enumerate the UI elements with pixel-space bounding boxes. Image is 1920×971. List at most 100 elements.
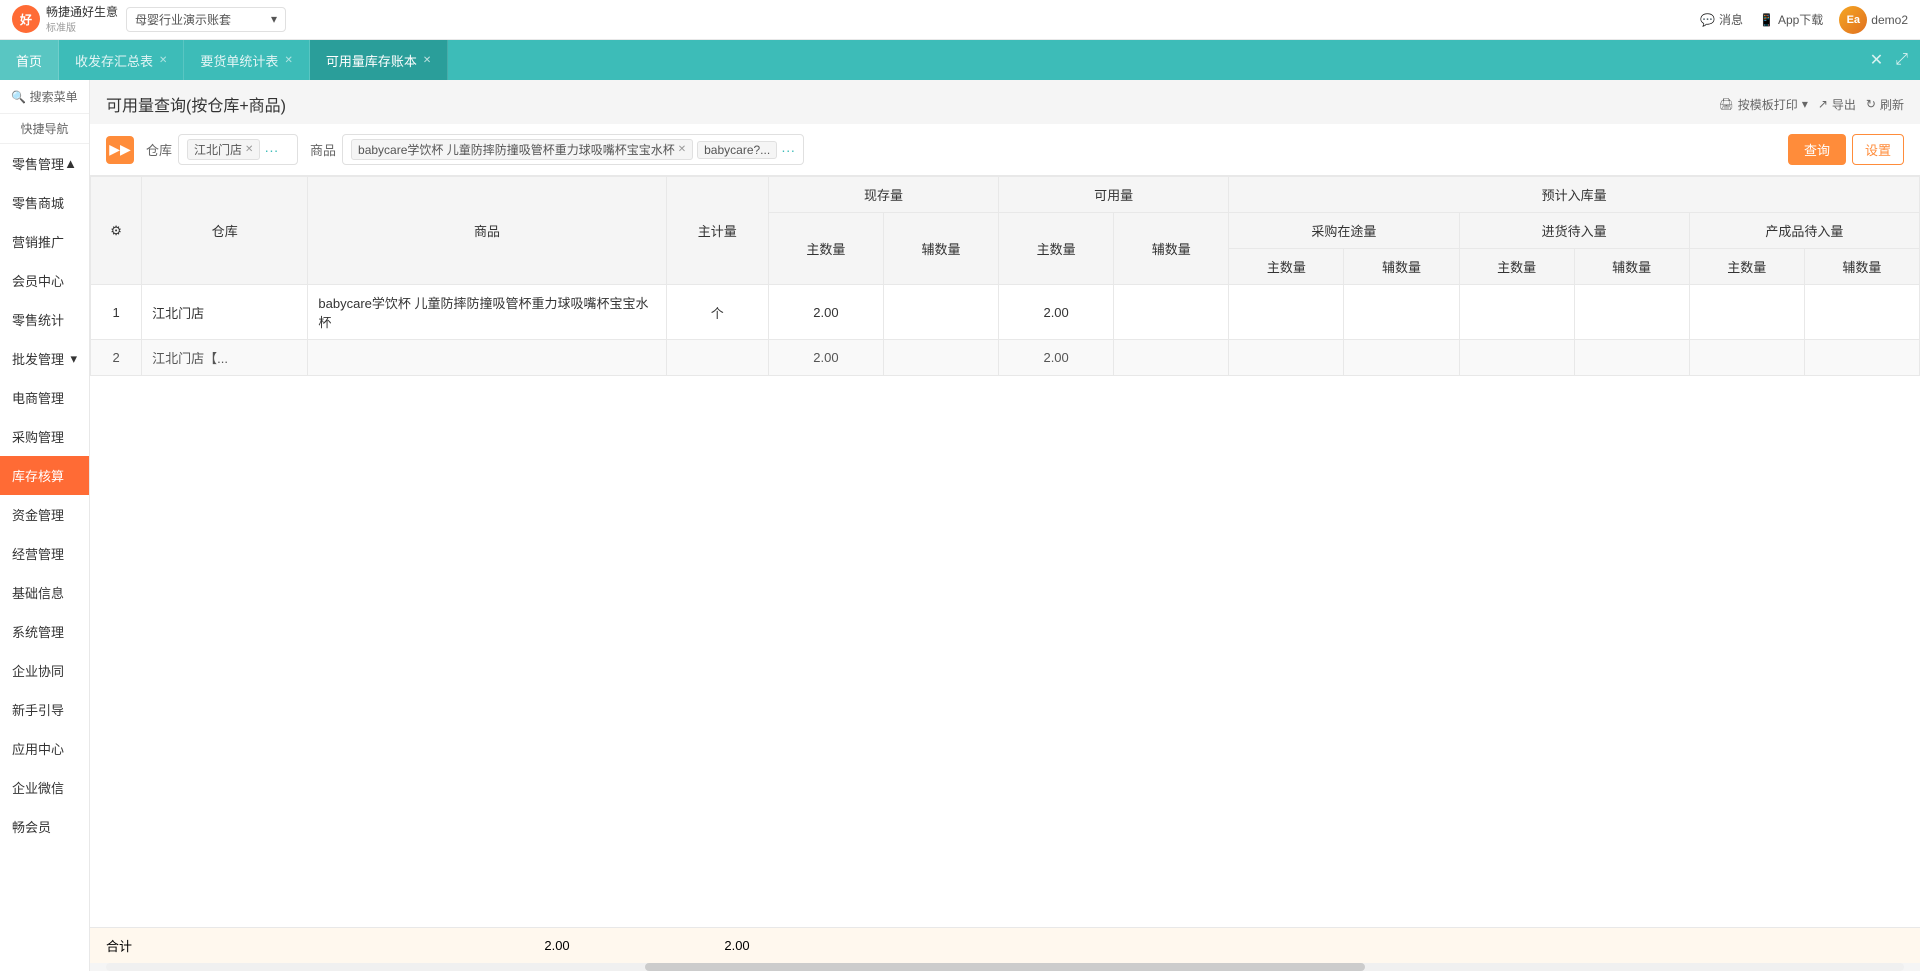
row2-product bbox=[308, 340, 666, 376]
export-icon: ↗ bbox=[1818, 97, 1828, 111]
row1-inbound-aux bbox=[1574, 285, 1689, 340]
tab-home[interactable]: 首页 bbox=[0, 40, 59, 80]
export-button[interactable]: ↗ 导出 bbox=[1818, 96, 1856, 113]
horizontal-scrollbar[interactable] bbox=[106, 963, 1904, 971]
warehouse-filter: 仓库 江北门店 ✕ ··· bbox=[146, 134, 298, 165]
sidebar-item-retail-stats-label: 零售统计 bbox=[12, 310, 64, 329]
app-label: App下载 bbox=[1778, 11, 1823, 28]
sidebar-item-retail-stats[interactable]: 零售统计 bbox=[0, 300, 89, 339]
row1-available-main: 2.00 bbox=[999, 285, 1114, 340]
sidebar-item-enterprise[interactable]: 企业协同 bbox=[0, 651, 89, 690]
query-button[interactable]: 查询 bbox=[1788, 134, 1846, 165]
total-label: 合计 bbox=[106, 936, 132, 955]
refresh-button[interactable]: ↻ 刷新 bbox=[1866, 96, 1904, 113]
product-label: 商品 bbox=[310, 140, 336, 159]
close-icon[interactable]: ✕ bbox=[284, 55, 292, 66]
sidebar-item-operation-label: 经营管理 bbox=[12, 544, 64, 563]
product-input[interactable]: babycare学饮杯 儿童防摔防撞吸管杯重力球吸嘴杯宝宝水杯 ✕ babyca… bbox=[342, 134, 804, 165]
scrollbar-thumb[interactable] bbox=[645, 963, 1364, 971]
sidebar-item-inventory[interactable]: 库存核算 bbox=[0, 456, 89, 495]
th-available-group: 可用量 bbox=[999, 177, 1229, 213]
row1-unit: 个 bbox=[666, 285, 768, 340]
th-stock-aux: 辅数量 bbox=[883, 213, 998, 285]
sidebar-item-member2-label: 畅会员 bbox=[12, 817, 51, 836]
th-product: 商品 bbox=[308, 177, 666, 285]
sidebar-item-purchase-label: 采购管理 bbox=[12, 427, 64, 446]
sidebar-item-finance[interactable]: 资金管理 bbox=[0, 495, 89, 534]
app-download-action[interactable]: 📱 App下载 bbox=[1759, 11, 1823, 28]
total-stock-main: 2.00 bbox=[512, 938, 602, 953]
sidebar-item-ecommerce-label: 电商管理 bbox=[12, 388, 64, 407]
close-icon[interactable]: ✕ bbox=[159, 55, 167, 66]
sidebar-item-newbie[interactable]: 新手引导 bbox=[0, 690, 89, 729]
sidebar-search[interactable]: 🔍 搜索菜单 bbox=[0, 80, 89, 114]
sidebar-item-enterprise-wx[interactable]: 企业微信 bbox=[0, 768, 89, 807]
tab-available-stock[interactable]: 可用量库存账本 ✕ bbox=[310, 40, 448, 80]
sidebar-item-member2[interactable]: 畅会员 bbox=[0, 807, 89, 846]
row1-available-aux bbox=[1114, 285, 1229, 340]
row1-warehouse: 江北门店 bbox=[142, 285, 308, 340]
username-label: demo2 bbox=[1871, 13, 1908, 27]
sidebar-item-batch[interactable]: 批发管理 ▾ bbox=[0, 339, 89, 378]
sidebar-quick-nav[interactable]: 快捷导航 bbox=[0, 114, 89, 144]
th-settings[interactable]: ⚙ bbox=[91, 177, 142, 285]
product-filter: 商品 babycare学饮杯 儿童防摔防撞吸管杯重力球吸嘴杯宝宝水杯 ✕ bab… bbox=[310, 134, 804, 165]
data-table: ⚙ 仓库 商品 主计量 现存量 可用量 预计入库量 主数量 辅数量 主数量 辅数… bbox=[90, 176, 1920, 376]
th-products-pending-group: 产成品待入量 bbox=[1689, 213, 1919, 249]
row2-available-main: 2.00 bbox=[999, 340, 1114, 376]
nav-tabs: 首页 收发存汇总表 ✕ 要货单统计表 ✕ 可用量库存账本 ✕ ✕ ⤢ bbox=[0, 40, 1920, 80]
th-products-main: 主数量 bbox=[1689, 249, 1804, 285]
sidebar-item-member-label: 会员中心 bbox=[12, 271, 64, 290]
sidebar-item-system[interactable]: 系统管理 bbox=[0, 612, 89, 651]
sidebar-item-retail-mall[interactable]: 零售商城 bbox=[0, 183, 89, 222]
row1-products-main bbox=[1689, 285, 1804, 340]
print-icon: 🖨 bbox=[1719, 97, 1734, 111]
sidebar-item-member[interactable]: 会员中心 bbox=[0, 261, 89, 300]
refresh-icon: ↻ bbox=[1866, 97, 1876, 111]
sidebar-item-marketing[interactable]: 营销推广 bbox=[0, 222, 89, 261]
page-actions: 🖨 按模板打印 ▾ ↗ 导出 ↻ 刷新 bbox=[1719, 96, 1904, 113]
user-area[interactable]: Ea demo2 bbox=[1839, 6, 1908, 34]
expand-icon[interactable]: ⤢ bbox=[1891, 47, 1912, 73]
total-available-main: 2.00 bbox=[692, 938, 782, 953]
sidebar-item-purchase[interactable]: 采购管理 bbox=[0, 417, 89, 456]
logo-text: 畅捷通好生意 bbox=[46, 5, 118, 19]
sidebar-item-retail[interactable]: 零售管理 ▲ bbox=[0, 144, 89, 183]
remove-warehouse-tag[interactable]: ✕ bbox=[245, 144, 253, 155]
sidebar-item-operation[interactable]: 经营管理 bbox=[0, 534, 89, 573]
sidebar-item-enterprise-wx-label: 企业微信 bbox=[12, 778, 64, 797]
print-button[interactable]: 🖨 按模板打印 ▾ bbox=[1719, 96, 1808, 113]
table-container[interactable]: ⚙ 仓库 商品 主计量 现存量 可用量 预计入库量 主数量 辅数量 主数量 辅数… bbox=[90, 176, 1920, 927]
setting-button[interactable]: 设置 bbox=[1852, 134, 1904, 165]
page-title: 可用量查询(按仓库+商品) bbox=[106, 92, 286, 116]
close-tab-icon[interactable]: ✕ bbox=[1866, 46, 1887, 74]
row2-available-aux bbox=[1114, 340, 1229, 376]
sidebar-item-retail-mall-label: 零售商城 bbox=[12, 193, 64, 212]
sidebar-item-basic[interactable]: 基础信息 bbox=[0, 573, 89, 612]
tab-order-stats[interactable]: 要货单统计表 ✕ bbox=[184, 40, 309, 80]
tab-in-out-summary[interactable]: 收发存汇总表 ✕ bbox=[59, 40, 184, 80]
warehouse-input[interactable]: 江北门店 ✕ ··· bbox=[178, 134, 298, 165]
top-bar-left: 好 畅捷通好生意 标准版 母婴行业演示账套 ▾ bbox=[12, 5, 286, 34]
logo-subtext: 标准版 bbox=[46, 19, 118, 34]
template-select[interactable]: 母婴行业演示账套 ▾ bbox=[126, 7, 286, 32]
close-icon[interactable]: ✕ bbox=[423, 55, 431, 66]
quick-nav-label: 快捷导航 bbox=[20, 122, 68, 136]
message-label: 消息 bbox=[1719, 11, 1743, 28]
table-row: 2 江北门店【... 2.00 2.00 bbox=[91, 340, 1920, 376]
warehouse-label: 仓库 bbox=[146, 140, 172, 159]
row1-stock-main: 2.00 bbox=[768, 285, 883, 340]
product-more-icon[interactable]: ··· bbox=[781, 142, 795, 158]
chevron-down-icon: ▾ bbox=[1802, 97, 1808, 111]
sidebar-item-app-center[interactable]: 应用中心 bbox=[0, 729, 89, 768]
remove-product-tag1[interactable]: ✕ bbox=[678, 144, 686, 155]
filter-toggle-button[interactable]: ▶▶ bbox=[106, 136, 134, 164]
tab-home-label: 首页 bbox=[16, 51, 42, 70]
sidebar-item-ecommerce[interactable]: 电商管理 bbox=[0, 378, 89, 417]
row2-inbound-main bbox=[1459, 340, 1574, 376]
row1-product: babycare学饮杯 儿童防摔防撞吸管杯重力球吸嘴杯宝宝水杯 bbox=[308, 285, 666, 340]
th-warehouse: 仓库 bbox=[142, 177, 308, 285]
warehouse-more-icon[interactable]: ··· bbox=[264, 142, 278, 158]
message-action[interactable]: 💬 消息 bbox=[1700, 11, 1743, 28]
top-bar-right: 💬 消息 📱 App下载 Ea demo2 bbox=[1700, 6, 1908, 34]
